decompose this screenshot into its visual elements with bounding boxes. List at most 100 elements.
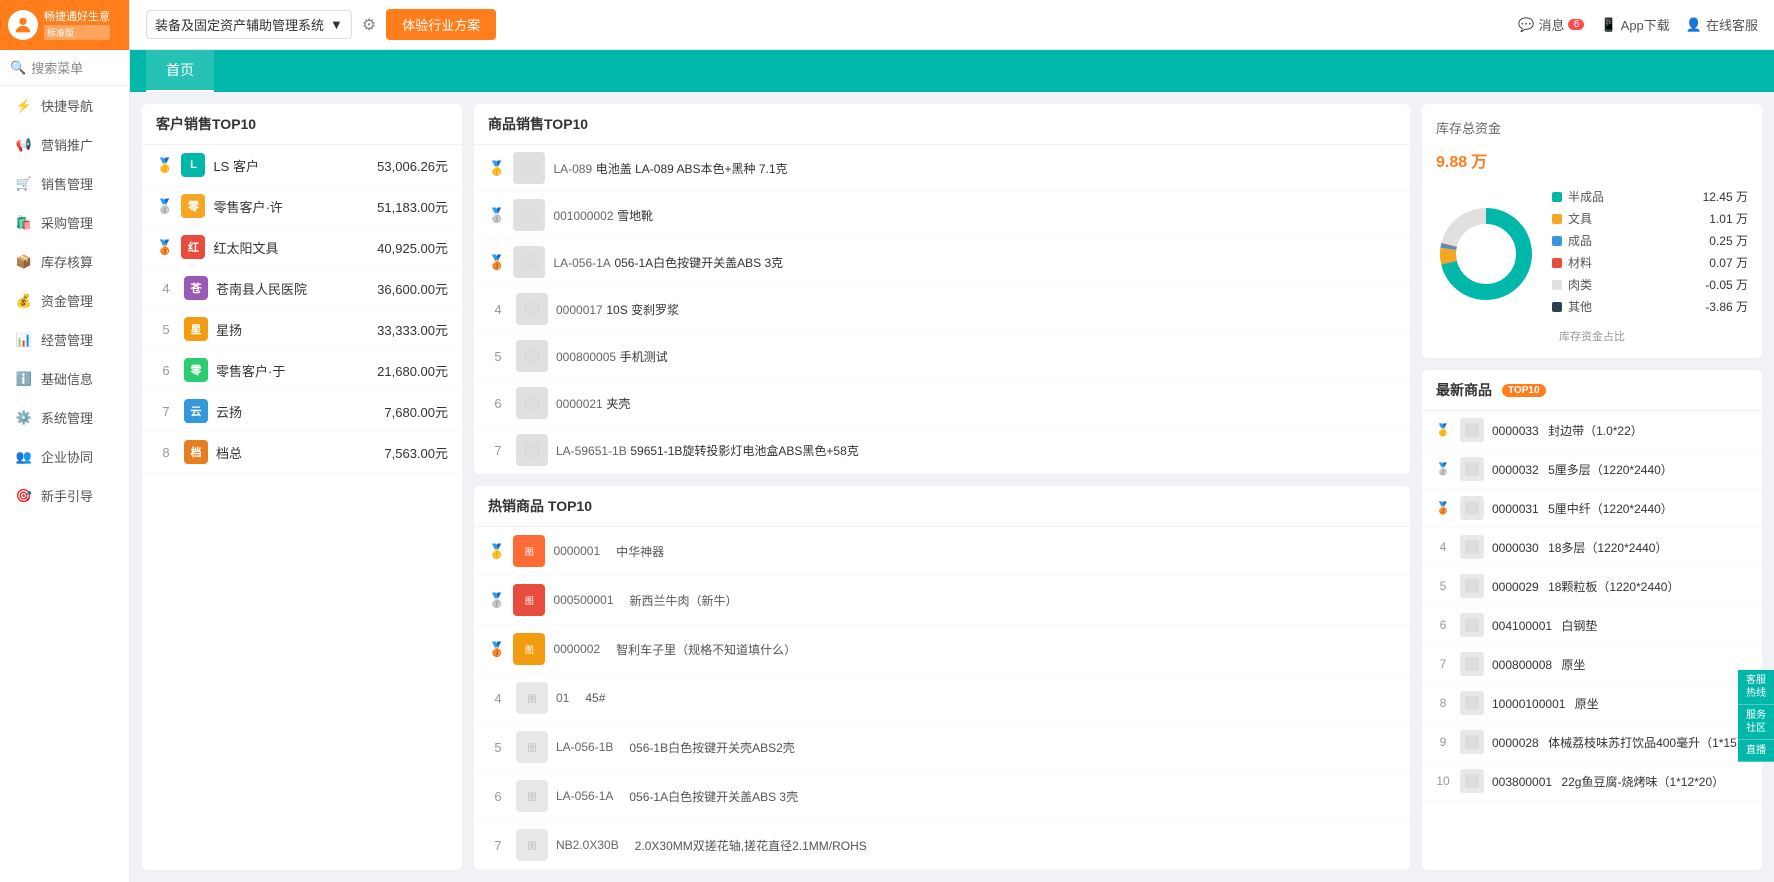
product-name: 智利车子里（规格不知道填什么） bbox=[616, 641, 1396, 658]
product-code: LA-056-1A bbox=[553, 256, 610, 270]
hot-products-title: 热销商品 TOP10 bbox=[488, 496, 592, 516]
customer-name: 档总 bbox=[216, 443, 376, 462]
legend-item: 其他 -3.86 万 bbox=[1552, 298, 1748, 315]
rank-number: 7 bbox=[156, 404, 176, 419]
product-thumb bbox=[516, 340, 548, 372]
latest-products-list: 🥇 0000033 封边带（1.0*22） 🥈 0000032 5厘多层（122… bbox=[1422, 411, 1762, 801]
latest-rank: 🥈 bbox=[1434, 462, 1452, 476]
bronze-medal-icon: 🥉 bbox=[488, 254, 505, 271]
product-code: LA-59651-1B bbox=[556, 444, 627, 458]
customer-rank-header: 客户销售TOP10 bbox=[142, 104, 462, 145]
latest-products-title: 最新商品 bbox=[1436, 380, 1492, 400]
product-thumb: 图 bbox=[513, 633, 545, 665]
customer-avatar: L bbox=[181, 153, 205, 177]
system-selector[interactable]: 装备及固定资产辅助管理系统 ▼ bbox=[146, 10, 352, 39]
sidebar-item-collab[interactable]: 👥 企业协同 bbox=[0, 437, 129, 476]
sidebar-item-system[interactable]: ⚙️ 系统管理 bbox=[0, 398, 129, 437]
legend-value: 0.25 万 bbox=[1709, 232, 1748, 249]
product-code: 01 bbox=[556, 691, 569, 705]
latest-thumb bbox=[1460, 418, 1484, 442]
sidebar-item-operations[interactable]: 📊 经营管理 bbox=[0, 320, 129, 359]
product-code: LA-089 bbox=[553, 162, 592, 176]
float-hotline-btn[interactable]: 客服热线 bbox=[1738, 670, 1774, 705]
latest-product-item: 4 0000030 18多层（1220*2440） bbox=[1422, 528, 1762, 567]
logo-tag: 标准版 bbox=[44, 25, 110, 40]
float-community-btn[interactable]: 服务社区 bbox=[1738, 705, 1774, 740]
product-name: 电池盖 LA-089 ABS本色+黑种 7.1克 bbox=[596, 162, 788, 176]
sidebar: 畅捷通好生意 标准版 🔍 搜索菜单 ⚡ 快捷导航 📢 营销推广 🛒 销售管理 🛍… bbox=[0, 0, 130, 882]
trial-button[interactable]: 体验行业方案 bbox=[386, 9, 496, 40]
product-name: 10S 变刹罗浆 bbox=[606, 303, 679, 317]
app-download-item[interactable]: 📱 App下载 bbox=[1600, 15, 1669, 34]
content-area: 客户销售TOP10 🥇 L LS 客户 53,006.26元 🥈 零 零售客户·… bbox=[130, 92, 1774, 882]
legend-label: 文具 bbox=[1568, 210, 1703, 227]
latest-code: 0000030 bbox=[1492, 541, 1539, 555]
latest-product-item: 8 10000100001 原坐 bbox=[1422, 684, 1762, 723]
topbar-right: 💬 消息 6 📱 App下载 👤 在线客服 bbox=[1518, 15, 1758, 34]
product-name: 056-1A白色按键开关盖ABS 3克 bbox=[614, 256, 783, 270]
system-name: 装备及固定资产辅助管理系统 bbox=[155, 15, 324, 34]
latest-product-item: 9 0000028 体械荔枝味苏打饮品400毫升（1*15） bbox=[1422, 723, 1762, 762]
customer-avatar: 档 bbox=[184, 440, 208, 464]
latest-info: 0000032 5厘多层（1220*2440） bbox=[1492, 461, 1750, 478]
inventory-title: 库存总资金 bbox=[1436, 118, 1748, 137]
product-info: LA-056-1A 056-1A白色按键开关盖ABS 3克 bbox=[553, 254, 1396, 271]
legend-item: 材料 0.07 万 bbox=[1552, 254, 1748, 271]
product-rank-item: 4 0000017 10S 变刹罗浆 bbox=[474, 286, 1410, 333]
sidebar-item-guide[interactable]: 🎯 新手引导 bbox=[0, 476, 129, 515]
customer-avatar: 红 bbox=[181, 235, 205, 259]
product-rank-title: 商品销售TOP10 bbox=[488, 114, 588, 134]
product-name: 新西兰牛肉（新牛） bbox=[630, 592, 1396, 609]
product-code: 001000002 bbox=[553, 209, 613, 223]
notification-badge: 6 bbox=[1568, 19, 1584, 30]
rank-item: 🥇 L LS 客户 53,006.26元 bbox=[142, 145, 462, 186]
settings-icon[interactable]: ⚙ bbox=[362, 15, 376, 35]
notification-item[interactable]: 💬 消息 6 bbox=[1518, 15, 1584, 34]
legend-item: 文具 1.01 万 bbox=[1552, 210, 1748, 227]
latest-thumb bbox=[1460, 535, 1484, 559]
hot-product-item: 🥈 图 000500001 新西兰牛肉（新牛） bbox=[474, 576, 1410, 625]
customer-value: 40,925.00元 bbox=[377, 238, 448, 257]
brand-icon bbox=[12, 14, 34, 36]
sidebar-item-finance[interactable]: 💰 资金管理 bbox=[0, 281, 129, 320]
search-menu[interactable]: 🔍 搜索菜单 bbox=[0, 50, 129, 86]
latest-rank: 8 bbox=[1434, 696, 1452, 710]
donut-chart bbox=[1436, 204, 1536, 304]
product-thumb: 图 bbox=[513, 535, 545, 567]
latest-product-item: 🥈 0000032 5厘多层（1220*2440） bbox=[1422, 450, 1762, 489]
rank-number: 6 bbox=[488, 396, 508, 411]
product-name: 中华神器 bbox=[616, 543, 1396, 560]
sidebar-item-basics[interactable]: ℹ️ 基础信息 bbox=[0, 359, 129, 398]
product-thumb bbox=[513, 152, 545, 184]
hot-products-panel: 热销商品 TOP10 🥇 图 0000001 中华神器 🥈 图 00050000… bbox=[474, 486, 1410, 870]
customer-rank-panel: 客户销售TOP10 🥇 L LS 客户 53,006.26元 🥈 零 零售客户·… bbox=[142, 104, 462, 870]
hot-products-list: 🥇 图 0000001 中华神器 🥈 图 000500001 新西兰牛肉（新牛）… bbox=[474, 527, 1410, 870]
legend-label: 成品 bbox=[1568, 232, 1703, 249]
sidebar-item-inventory[interactable]: 📦 库存核算 bbox=[0, 242, 129, 281]
product-thumb: 图 bbox=[516, 731, 548, 763]
right-panel: 库存总资金 9.88万 bbox=[1422, 104, 1762, 870]
legend-item: 成品 0.25 万 bbox=[1552, 232, 1748, 249]
online-service-item[interactable]: 👤 在线客服 bbox=[1686, 15, 1758, 34]
guide-icon: 🎯 bbox=[15, 487, 33, 505]
gold-medal-icon: 🥇 bbox=[488, 543, 505, 560]
float-live-btn[interactable]: 直播 bbox=[1738, 740, 1774, 762]
sidebar-item-sales[interactable]: 🛒 销售管理 bbox=[0, 164, 129, 203]
product-name: 手机测试 bbox=[620, 350, 668, 364]
hot-product-item: 7 图 NB2.0X30B 2.0X30MM双搓花轴,搓花直径2.1MM/ROH… bbox=[474, 821, 1410, 870]
product-thumb bbox=[516, 293, 548, 325]
product-code: 0000002 bbox=[553, 642, 600, 656]
product-info: 000800005 手机测试 bbox=[556, 348, 1396, 365]
sidebar-item-marketing[interactable]: 📢 营销推广 bbox=[0, 125, 129, 164]
product-info: 0000017 10S 变刹罗浆 bbox=[556, 301, 1396, 318]
product-thumb: 图 bbox=[516, 780, 548, 812]
legend-value: -3.86 万 bbox=[1705, 298, 1748, 315]
online-service-label: 在线客服 bbox=[1706, 15, 1758, 34]
rank-item: 7 云 云扬 7,680.00元 bbox=[142, 391, 462, 432]
sidebar-item-purchase[interactable]: 🛍️ 采购管理 bbox=[0, 203, 129, 242]
legend-dot bbox=[1552, 236, 1562, 246]
sidebar-item-quick-nav[interactable]: ⚡ 快捷导航 bbox=[0, 86, 129, 125]
product-code: LA-056-1A bbox=[556, 789, 613, 803]
tab-home[interactable]: 首页 bbox=[146, 50, 214, 92]
legend-dot bbox=[1552, 302, 1562, 312]
